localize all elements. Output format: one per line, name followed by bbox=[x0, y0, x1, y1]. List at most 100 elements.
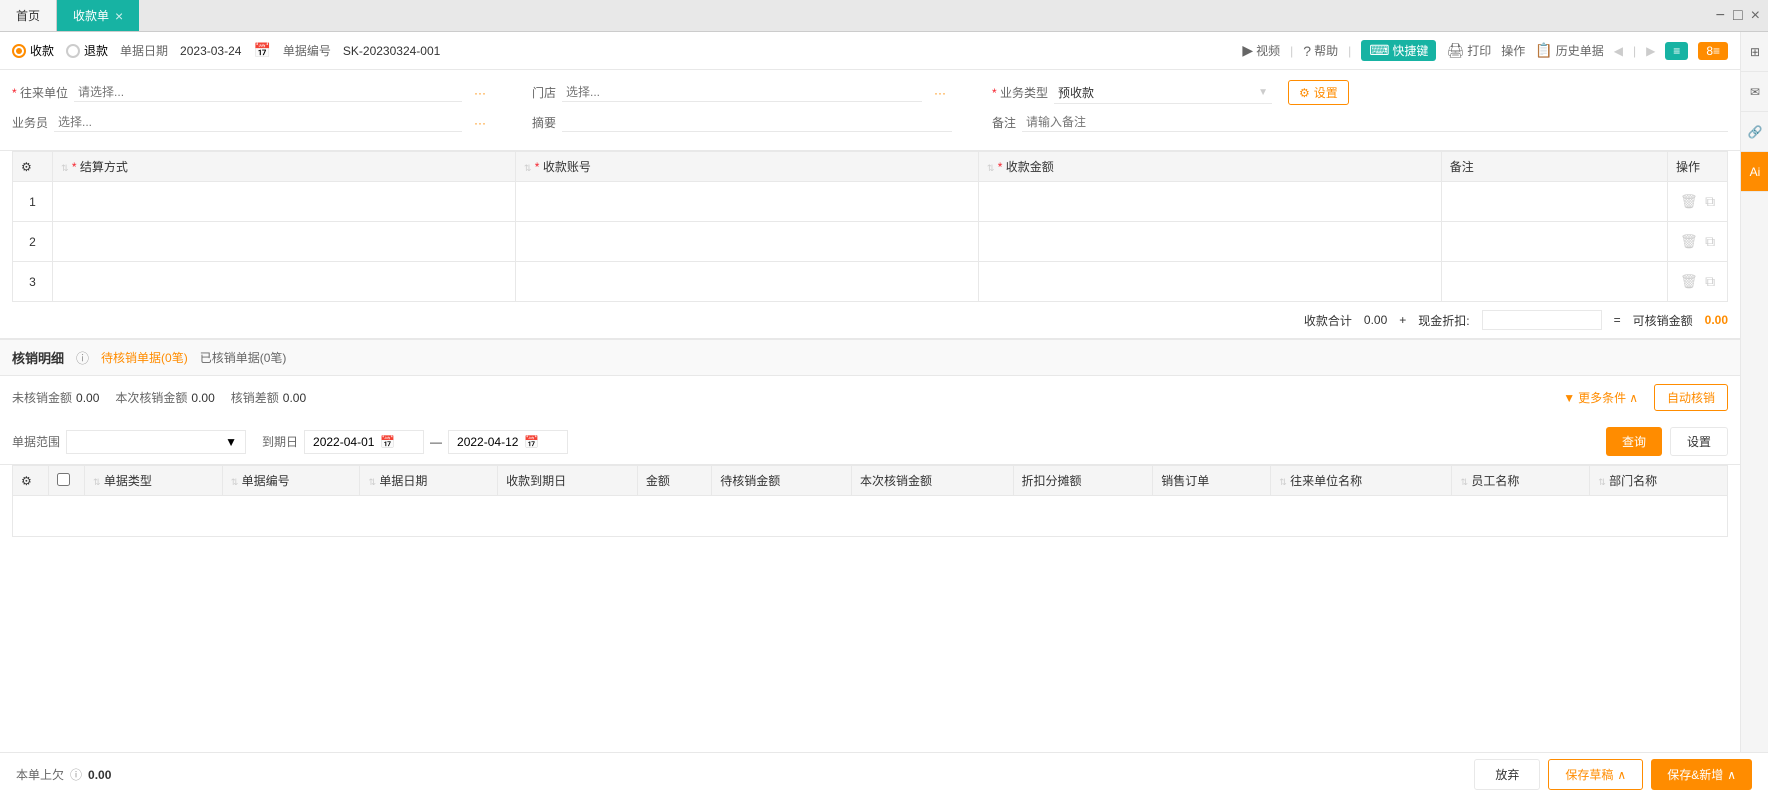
due-date-from-value: 2022-04-01 bbox=[313, 435, 374, 449]
minimize-icon[interactable]: − bbox=[1716, 7, 1725, 25]
uncancelled-stat: 未核销金额 0.00 bbox=[12, 389, 99, 406]
amount-label: 收款金额 bbox=[998, 160, 1054, 174]
gear-icon: ⚙ bbox=[1299, 86, 1310, 100]
window-close-icon[interactable]: × bbox=[1751, 7, 1760, 25]
salesperson-input[interactable] bbox=[54, 113, 462, 132]
row-2-delete-icon[interactable]: 🗑 bbox=[1680, 233, 1698, 249]
row-1-delete-icon[interactable]: 🗑 bbox=[1680, 193, 1698, 209]
row-2-account[interactable] bbox=[515, 222, 978, 262]
print-icon: 🖨 bbox=[1446, 42, 1464, 59]
sidebar-table-btn[interactable]: ⊞ bbox=[1741, 32, 1768, 72]
operation-btn[interactable]: 操作 bbox=[1501, 42, 1525, 59]
maximize-icon[interactable]: □ bbox=[1733, 7, 1743, 25]
row-2-amount[interactable] bbox=[978, 222, 1441, 262]
form-row-2: 业务员 ··· 摘要 备注 bbox=[12, 113, 1728, 132]
row-3-settlement[interactable] bbox=[53, 262, 516, 302]
summary-row: 收款合计 0.00 + 现金折扣: = 可核销金额 0.00 bbox=[0, 302, 1740, 339]
settings-icon-2: ⚙ bbox=[21, 474, 32, 488]
done-tab[interactable]: 已核销单据(0笔) bbox=[200, 349, 287, 366]
row-2-copy-icon[interactable]: ⧉ bbox=[1705, 233, 1715, 249]
tab-close-icon[interactable]: × bbox=[115, 9, 123, 23]
help-btn[interactable]: ? 帮助 bbox=[1303, 42, 1338, 59]
video-btn[interactable]: ▶ 视频 bbox=[1242, 42, 1280, 59]
col-type-label: 单据类型 bbox=[104, 474, 152, 488]
settings-button[interactable]: ⚙ 设置 bbox=[1288, 80, 1349, 105]
col-settings-header[interactable]: ⚙ bbox=[13, 152, 53, 182]
counterpart-more-icon[interactable]: ··· bbox=[468, 86, 492, 100]
row-1-remark[interactable] bbox=[1441, 182, 1667, 222]
auto-offset-button[interactable]: 自动核销 bbox=[1654, 384, 1728, 411]
row-3-delete-icon[interactable]: 🗑 bbox=[1680, 273, 1698, 289]
sidebar-attachment-btn[interactable]: 🔗 bbox=[1741, 112, 1768, 152]
abandon-button[interactable]: 放弃 bbox=[1474, 759, 1540, 790]
remark-label: 备注 bbox=[992, 114, 1016, 131]
previous-label: 本单上欠 bbox=[16, 766, 64, 783]
col-date-label: 单据日期 bbox=[379, 474, 427, 488]
row-2-settlement[interactable] bbox=[53, 222, 516, 262]
store-field: 门店 ··· bbox=[532, 83, 952, 102]
row-3-copy-icon[interactable]: ⧉ bbox=[1705, 273, 1715, 289]
col-number-label: 单据编号 bbox=[242, 474, 290, 488]
save-draft-button[interactable]: 保存草稿 ∧ bbox=[1548, 759, 1643, 790]
tab-receipt[interactable]: 收款单 × bbox=[57, 0, 139, 31]
footer-left: 本单上欠 ⓘ 0.00 bbox=[16, 766, 111, 783]
total-label: 收款合计 bbox=[1304, 312, 1352, 329]
radio-refund[interactable]: 退款 bbox=[66, 42, 108, 59]
due-date-to[interactable]: 2022-04-12 📅 bbox=[448, 430, 568, 454]
row-2-remark[interactable] bbox=[1441, 222, 1667, 262]
pending-tab[interactable]: 待核销单据(0笔) bbox=[101, 349, 188, 366]
range-select[interactable]: ▼ bbox=[66, 430, 246, 454]
remark-input[interactable] bbox=[1022, 113, 1728, 132]
toolbar-right: ▶ 视频 | ? 帮助 | ⌨ 快捷键 🖨 打印 操作 📋 历史单据 bbox=[1242, 40, 1728, 61]
store-input[interactable] bbox=[562, 83, 922, 102]
row-1-copy-icon[interactable]: ⧉ bbox=[1705, 193, 1715, 209]
bottom-col-discount-header: 折扣分摊额 bbox=[1013, 466, 1153, 496]
history-btn[interactable]: 📋 历史单据 bbox=[1535, 42, 1603, 59]
row-1-amount[interactable] bbox=[978, 182, 1441, 222]
summary-input[interactable] bbox=[562, 113, 952, 132]
info-icon-footer[interactable]: ⓘ bbox=[70, 766, 82, 783]
sidebar-ai-btn[interactable]: Ai bbox=[1741, 152, 1768, 192]
print-btn[interactable]: 🖨 打印 bbox=[1446, 42, 1491, 59]
salesperson-more-icon[interactable]: ··· bbox=[468, 116, 492, 130]
video-icon: ▶ bbox=[1242, 42, 1253, 59]
row-1-settlement[interactable] bbox=[53, 182, 516, 222]
select-all-checkbox[interactable] bbox=[57, 473, 70, 486]
diff-stat: 核销差额 0.00 bbox=[231, 389, 306, 406]
col-dept-label: 部门名称 bbox=[1609, 474, 1657, 488]
print-label: 打印 bbox=[1467, 42, 1491, 59]
form-row-1: 往来单位 ··· 门店 ··· 业务类型 预收款 ▼ ⚙ 设置 bbox=[12, 80, 1728, 105]
bottom-col-pending-header: 待核销金额 bbox=[712, 466, 852, 496]
summary-label: 摘要 bbox=[532, 114, 556, 131]
shortcut-btn[interactable]: ⌨ 快捷键 bbox=[1361, 40, 1436, 61]
business-type-select[interactable]: 预收款 ▼ bbox=[1054, 82, 1272, 104]
filter-setting-button[interactable]: 设置 bbox=[1670, 427, 1728, 456]
row-3-remark[interactable] bbox=[1441, 262, 1667, 302]
calendar-icon[interactable]: 📅 bbox=[253, 42, 270, 59]
discount-label: 现金折扣: bbox=[1418, 312, 1469, 329]
sidebar-mail-btn[interactable]: ✉ bbox=[1741, 72, 1768, 112]
save-new-button[interactable]: 保存&新增 ∧ bbox=[1651, 759, 1752, 790]
date-separator: — bbox=[430, 435, 442, 449]
row-1-account[interactable] bbox=[515, 182, 978, 222]
counterpart-field: 往来单位 ··· bbox=[12, 83, 492, 102]
counterpart-input[interactable] bbox=[74, 83, 462, 102]
query-button[interactable]: 查询 bbox=[1606, 427, 1662, 456]
more-conditions-btn[interactable]: ▼ 更多条件 ∧ bbox=[1563, 389, 1638, 406]
col-counterpart-label: 往来单位名称 bbox=[1290, 474, 1362, 488]
ai-icon: Ai bbox=[1750, 165, 1761, 179]
radio-receipt[interactable]: 收款 bbox=[12, 42, 54, 59]
due-date-from[interactable]: 2022-04-01 📅 bbox=[304, 430, 424, 454]
store-more-icon[interactable]: ··· bbox=[928, 86, 952, 100]
store-label: 门店 bbox=[532, 84, 556, 101]
bottom-col-checkbox-header[interactable] bbox=[49, 466, 85, 496]
info-icon[interactable]: ⓘ bbox=[76, 348, 89, 367]
bottom-col-check-header[interactable]: ⚙ bbox=[13, 466, 49, 496]
row-3-amount[interactable] bbox=[978, 262, 1441, 302]
discount-input[interactable] bbox=[1482, 310, 1602, 330]
row-3-account[interactable] bbox=[515, 262, 978, 302]
due-date-to-value: 2022-04-12 bbox=[457, 435, 518, 449]
previous-value: 0.00 bbox=[88, 768, 111, 782]
bottom-col-counterpart-header: ⇅ 往来单位名称 bbox=[1271, 466, 1452, 496]
tab-home[interactable]: 首页 bbox=[0, 0, 57, 31]
